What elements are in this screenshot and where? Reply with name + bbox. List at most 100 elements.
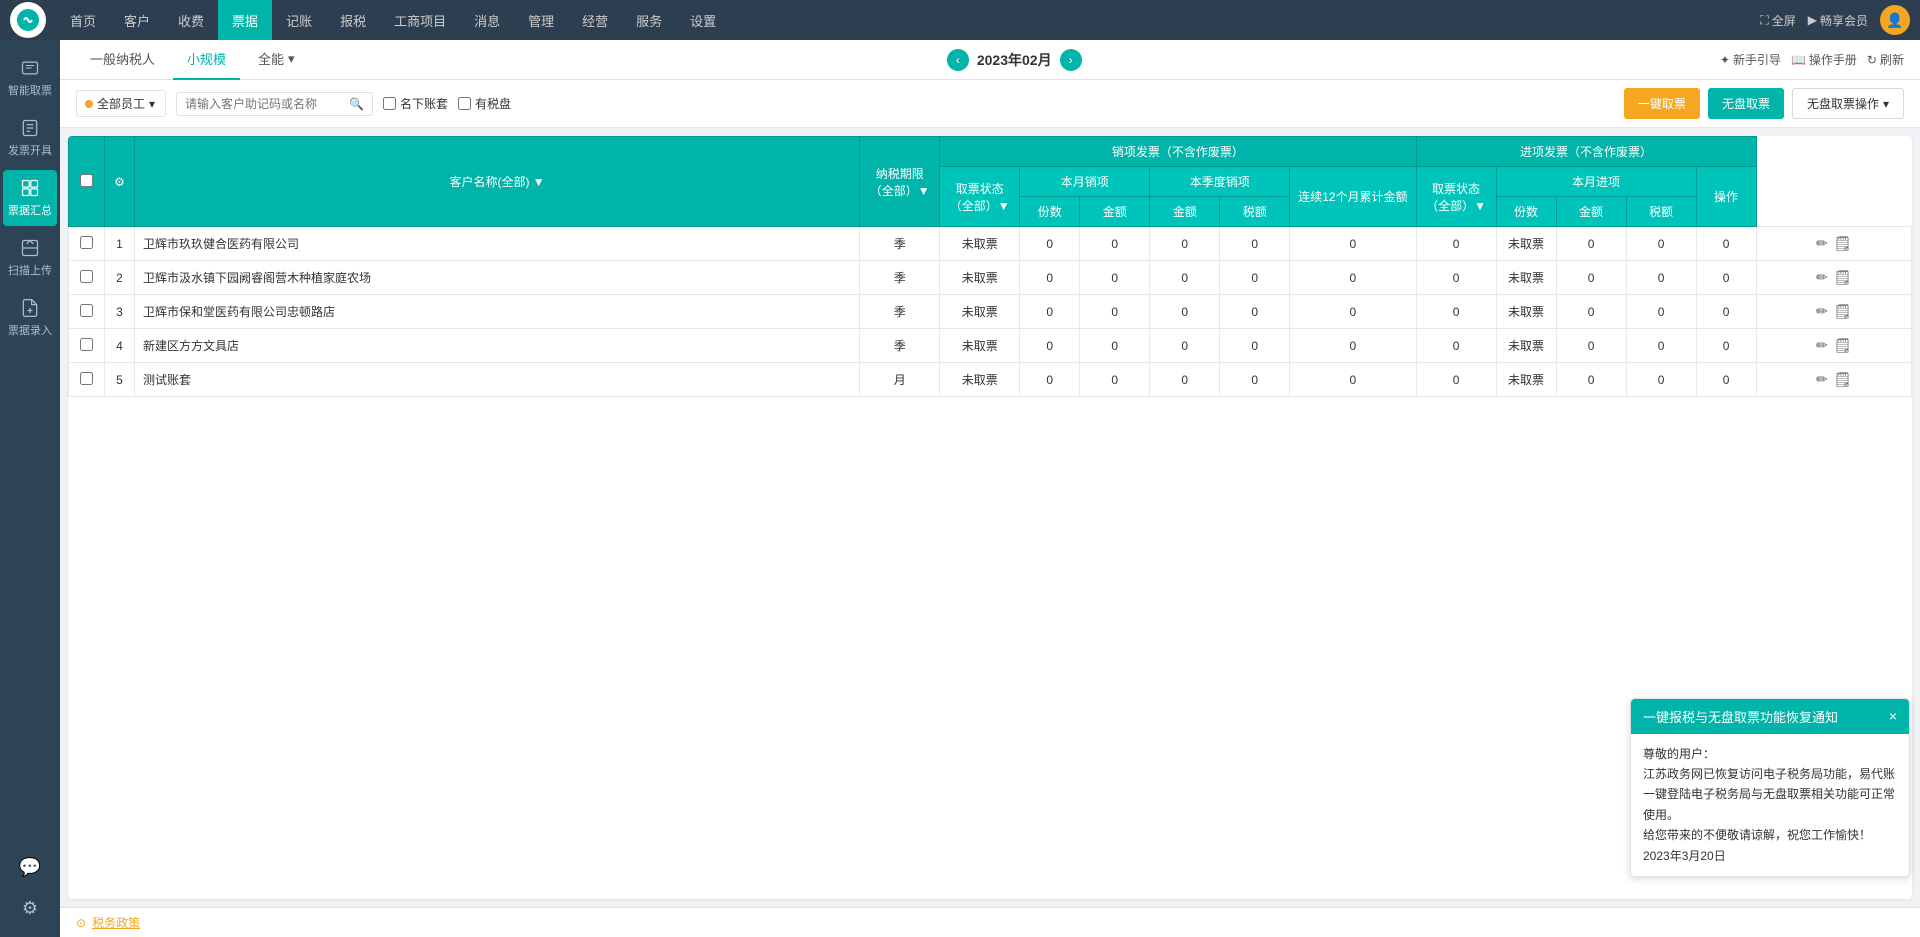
refresh-button[interactable]: ↻ 刷新 [1867,51,1904,68]
row-sale-quarter-amount: 0 [1220,363,1290,397]
row-view-icon[interactable]: 🗒 [1834,337,1852,354]
nav-ticket[interactable]: 票据 [218,0,272,40]
row-checkbox[interactable] [69,261,105,295]
table-row: 5 测试账套 月 未取票 0 0 0 0 0 0 未取票 0 0 0 ✏ 🗒 [69,363,1912,397]
row-purchase-month-amount: 0 [1626,295,1696,329]
row-sale-month-tax: 0 [1150,295,1220,329]
col-sale-quarter-amount-header: 金额 [1150,197,1220,227]
sidebar-item-ticket-entry[interactable]: 票据录入 [3,290,57,346]
guide-button[interactable]: ✦ 新手引导 [1720,51,1781,68]
tax-policy-icon: ⊙ [76,916,86,930]
month-nav-container: ‹ 2023年02月 › [313,49,1716,71]
row-checkbox[interactable] [69,295,105,329]
row-view-icon[interactable]: 🗒 [1834,303,1852,320]
prev-month-button[interactable]: ‹ [947,49,969,71]
sidebar-label-smart-ticket: 智能取票 [8,82,52,98]
month-navigation: ‹ 2023年02月 › [947,49,1082,71]
row-sale-status: 未取票 [940,363,1020,397]
checkbox-has-taxdisk-input[interactable] [458,97,471,110]
row-purchase-month-count: 0 [1556,261,1626,295]
nav-fee[interactable]: 收费 [164,0,218,40]
avatar[interactable]: 👤 [1880,5,1910,35]
col-purchase-month-tax-header: 税额 [1626,197,1696,227]
row-sale-12month: 0 [1416,261,1496,295]
nav-customer[interactable]: 客户 [110,0,164,40]
row-purchase-month-tax: 0 [1696,295,1756,329]
row-name: 新建区方方文具店 [135,329,860,363]
col-settings-header: ⚙ [105,137,135,227]
row-sale-12month: 0 [1416,227,1496,261]
table-group-header-row: ⚙ 客户名称(全部) ▼ 纳税期限（全部）▼ 销项发票（不含作废票） 进项发票（… [69,137,1912,167]
nav-manage[interactable]: 管理 [514,0,568,40]
row-edit-icon[interactable]: ✏ [1816,371,1828,388]
row-checkbox[interactable] [69,363,105,397]
sidebar-settings-button[interactable]: ⚙ [3,890,57,927]
row-sale-status: 未取票 [940,261,1020,295]
fullscreen-button[interactable]: ⛶ 全屏 [1760,12,1795,29]
manual-button[interactable]: 📖 操作手册 [1791,51,1857,68]
row-edit-icon[interactable]: ✏ [1816,337,1828,354]
row-taxperiod: 季 [860,329,940,363]
checkbox-has-taxdisk[interactable]: 有税盘 [458,95,511,112]
select-all-checkbox[interactable] [80,174,93,187]
col-checkbox-header [69,137,105,227]
sidebar-item-ticket-summary[interactable]: 票据汇总 [3,170,57,226]
row-edit-icon[interactable]: ✏ [1816,303,1828,320]
nav-operation[interactable]: 经营 [568,0,622,40]
nav-business[interactable]: 工商项目 [380,0,460,40]
table-row: 3 卫辉市保和堂医药有限公司忠顿路店 季 未取票 0 0 0 0 0 0 未取票… [69,295,1912,329]
search-input[interactable] [185,97,345,111]
sidebar-item-smart-ticket[interactable]: 智能取票 [3,50,57,106]
checkbox-my-accounts[interactable]: 名下账套 [383,95,448,112]
nav-tax[interactable]: 报税 [326,0,380,40]
row-checkbox[interactable] [69,227,105,261]
search-icon[interactable]: 🔍 [349,97,364,111]
row-sale-quarter-amount: 0 [1220,295,1290,329]
row-sale-12month: 0 [1416,329,1496,363]
col-taxperiod-header: 纳税期限（全部）▼ [860,137,940,227]
nav-service[interactable]: 服务 [622,0,676,40]
notification-panel: 一键报税与无盘取票功能恢复通知 × 尊敬的用户： 江苏政务网已恢复访问电子税务局… [1630,698,1910,877]
employee-select[interactable]: 全部员工 ▾ [76,90,166,117]
vip-button[interactable]: ▶ 畅享会员 [1808,12,1868,29]
row-purchase-month-amount: 0 [1626,329,1696,363]
nav-bookkeeping[interactable]: 记账 [272,0,326,40]
tab-small-scale[interactable]: 小规模 [173,40,240,80]
col-sale-status-header: 取票状态（全部）▼ [940,167,1020,227]
diskless-ticket-ops-button[interactable]: 无盘取票操作 ▾ [1792,88,1904,119]
row-edit-icon[interactable]: ✏ [1816,269,1828,286]
tax-policy-link[interactable]: 税务政策 [92,914,140,931]
sidebar-label-invoice-open: 发票开具 [8,142,52,158]
notification-title: 一键报税与无盘取票功能恢复通知 [1643,707,1838,726]
sidebar-item-invoice-open[interactable]: 发票开具 [3,110,57,166]
row-name: 卫辉市玖玖健合医药有限公司 [135,227,860,261]
row-purchase-month-tax: 0 [1696,261,1756,295]
row-taxperiod: 季 [860,227,940,261]
nav-message[interactable]: 消息 [460,0,514,40]
row-purchase-month-count: 0 [1556,329,1626,363]
nav-home[interactable]: 首页 [56,0,110,40]
notification-close-button[interactable]: × [1889,708,1897,724]
one-click-ticket-button[interactable]: 一键取票 [1624,88,1700,119]
row-sale-month-count: 0 [1020,363,1080,397]
checkbox-my-accounts-input[interactable] [383,97,396,110]
vip-label: 畅享会员 [1820,12,1868,29]
manual-icon: 📖 [1791,53,1806,67]
row-view-icon[interactable]: 🗒 [1834,235,1852,252]
sidebar-item-scan-upload[interactable]: 扫描上传 [3,230,57,286]
sidebar-help-button[interactable]: 💬 [3,849,57,886]
row-checkbox[interactable] [69,329,105,363]
row-edit-icon[interactable]: ✏ [1816,235,1828,252]
row-view-icon[interactable]: 🗒 [1834,371,1852,388]
row-purchase-status: 未取票 [1496,261,1556,295]
guide-label: 新手引导 [1733,51,1781,68]
diskless-ticket-button[interactable]: 无盘取票 [1708,88,1784,119]
tab-all[interactable]: 全能 ▾ [244,40,309,80]
tab-all-label: 全能 [258,49,284,68]
nav-settings[interactable]: 设置 [676,0,730,40]
tab-general-taxpayer[interactable]: 一般纳税人 [76,40,169,80]
row-view-icon[interactable]: 🗒 [1834,269,1852,286]
next-month-button[interactable]: › [1060,49,1082,71]
sidebar-label-ticket-entry: 票据录入 [8,322,52,338]
row-no: 1 [105,227,135,261]
